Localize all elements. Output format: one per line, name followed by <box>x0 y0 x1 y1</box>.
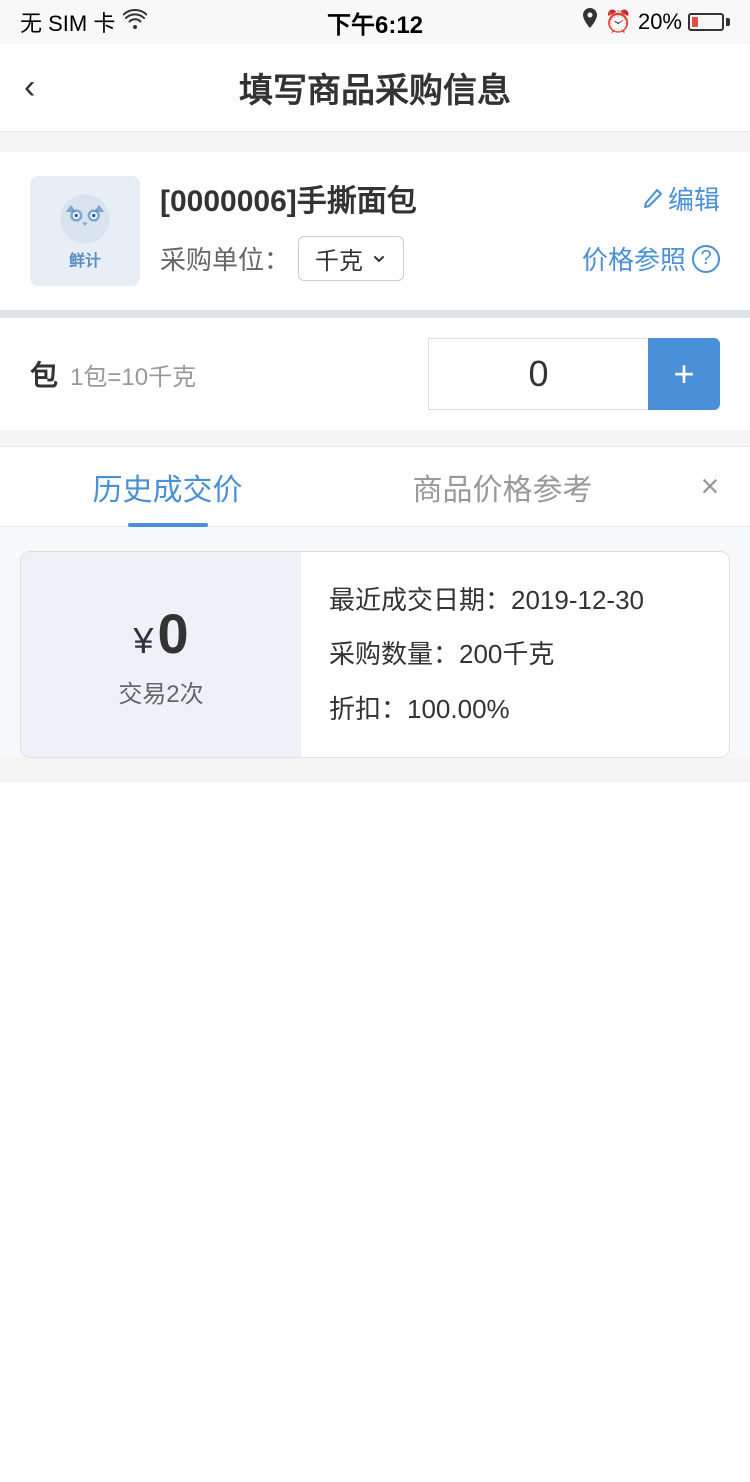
quantity-input-group: + <box>428 338 720 410</box>
price-card-left: ¥0 交易2次 <box>21 552 301 757</box>
battery-icon <box>688 13 730 31</box>
product-image-label: 鲜计 <box>69 247 101 271</box>
main-content <box>0 782 750 1482</box>
tabs-panel: 历史成交价 商品价格参考 × ¥0 交易2次 最近成交日期：2019-12-30… <box>0 446 750 758</box>
product-card: 鲜计 [0000006]手撕面包 编辑 采购单位： 千克 <box>0 152 750 310</box>
price-ref-button[interactable]: 价格参照 ? <box>582 240 720 277</box>
quantity-input[interactable] <box>428 338 648 410</box>
unit-badge: 包 <box>30 354 58 394</box>
tab-product-price[interactable]: 商品价格参考 <box>335 447 670 527</box>
alarm-icon: ⏰ <box>605 9 632 35</box>
quantity-row: 包 1包=10千克 + <box>0 318 750 430</box>
product-name: [0000006]手撕面包 <box>160 176 417 220</box>
recent-date-row: 最近成交日期：2019-12-30 <box>329 582 701 618</box>
page-title: 填写商品采购信息 <box>239 63 511 112</box>
tab-active-indicator <box>128 523 208 527</box>
product-image: 鲜计 <box>30 176 140 286</box>
unit-label: 采购单位： <box>160 240 290 277</box>
quantity-plus-button[interactable]: + <box>648 338 720 410</box>
tab-close-button[interactable]: × <box>670 468 750 505</box>
edit-button[interactable]: 编辑 <box>642 180 720 217</box>
status-bar: 无 SIM 卡 下午6:12 ⏰ 20% <box>0 0 750 44</box>
status-left: 无 SIM 卡 <box>20 6 147 38</box>
price-card: ¥0 交易2次 最近成交日期：2019-12-30 采购数量：200千克 折扣：… <box>20 551 730 758</box>
unit-selector[interactable]: 千克 <box>298 236 404 281</box>
battery-percent: 20% <box>638 9 682 35</box>
product-name-row: [0000006]手撕面包 编辑 <box>160 176 720 220</box>
status-time: 下午6:12 <box>327 5 423 40</box>
price-card-right: 最近成交日期：2019-12-30 采购数量：200千克 折扣：100.00% <box>301 552 729 757</box>
price-amount: ¥0 <box>133 601 188 666</box>
carrier-label: 无 SIM 卡 <box>20 6 115 38</box>
unit-conversion: 1包=10千克 <box>70 357 196 392</box>
tabs-header: 历史成交价 商品价格参考 × <box>0 447 750 527</box>
discount-row: 折扣：100.00% <box>329 691 701 727</box>
location-icon <box>581 8 599 36</box>
wifi-icon <box>123 9 147 35</box>
trade-count: 交易2次 <box>118 674 203 709</box>
back-button[interactable]: ‹ <box>24 68 35 107</box>
status-right: ⏰ 20% <box>581 8 730 36</box>
help-icon: ? <box>692 245 720 273</box>
section-divider <box>0 310 750 318</box>
nav-bar: ‹ 填写商品采购信息 <box>0 44 750 132</box>
tab-history-price[interactable]: 历史成交价 <box>0 447 335 527</box>
product-info: [0000006]手撕面包 编辑 采购单位： 千克 价格参照 <box>160 176 720 281</box>
purchase-unit-row: 采购单位： 千克 价格参照 ? <box>160 236 720 281</box>
quantity-unit-info: 包 1包=10千克 <box>30 354 196 394</box>
purchase-qty-row: 采购数量：200千克 <box>329 636 701 672</box>
